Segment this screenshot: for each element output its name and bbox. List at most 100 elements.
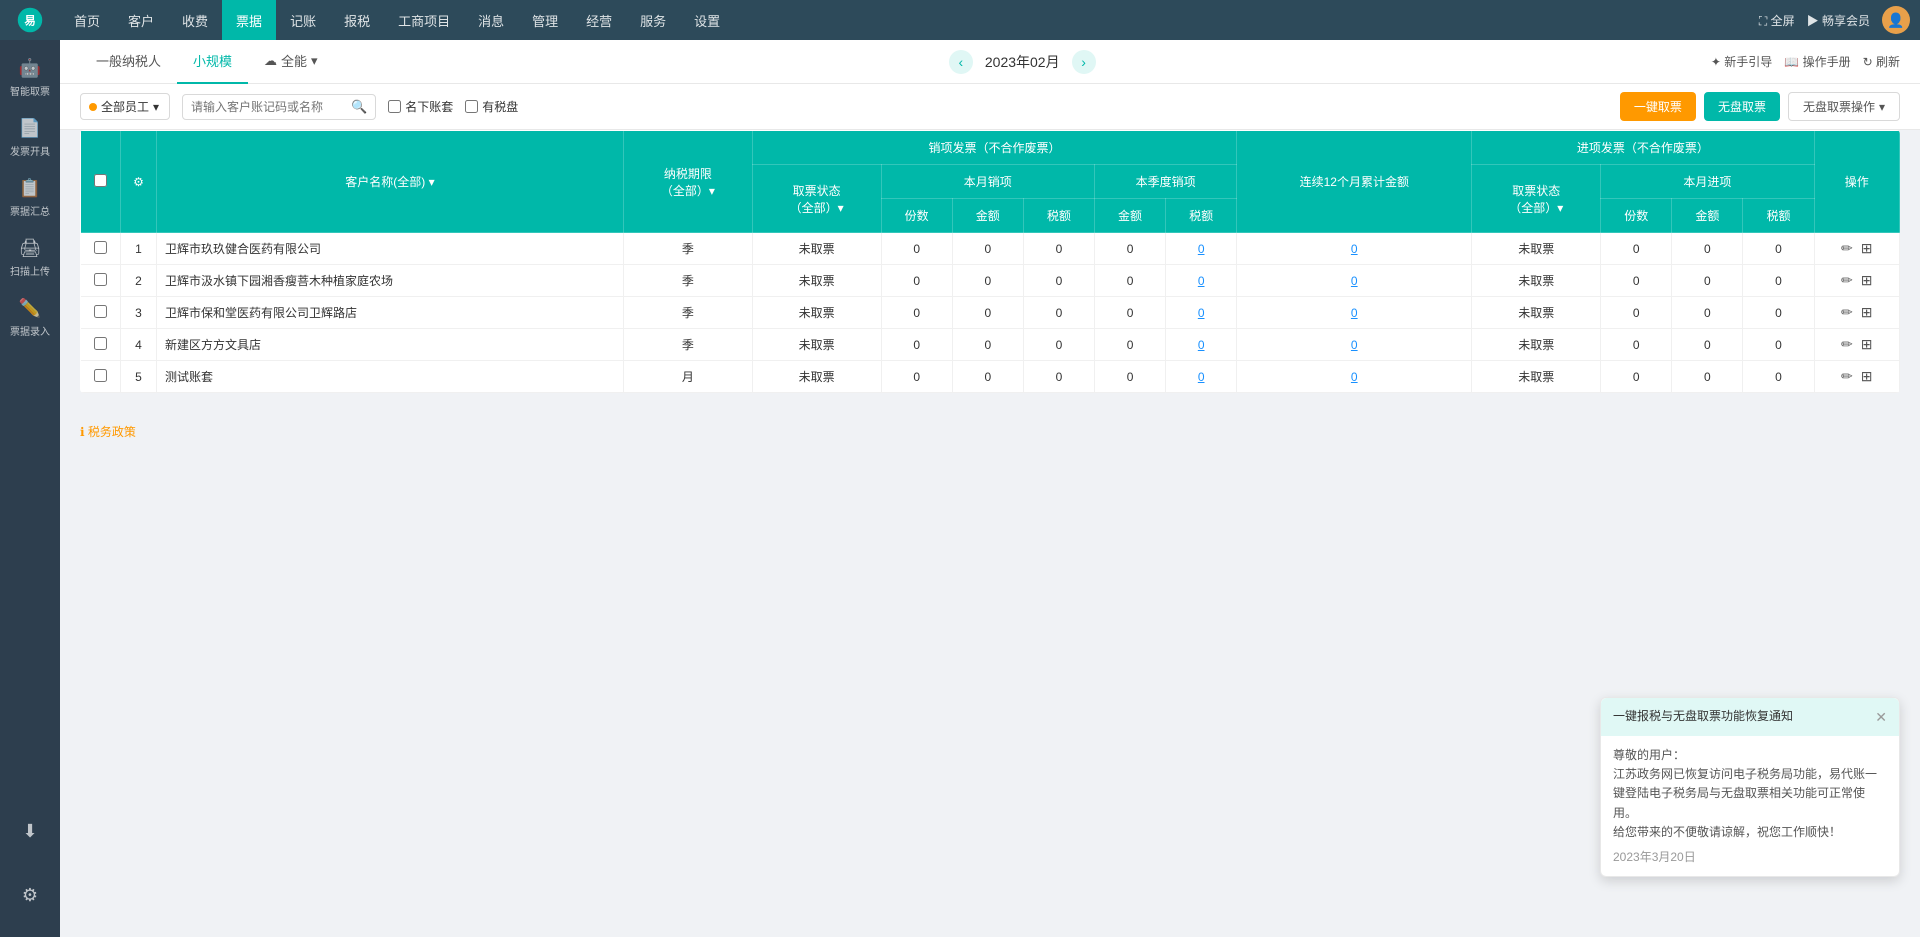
sidebar-item-ticket-summary[interactable]: 📋 票据汇总 bbox=[2, 170, 58, 226]
notification-close-btn[interactable]: ✕ bbox=[1875, 706, 1887, 728]
col-header-month-sales: 本月销项 bbox=[881, 165, 1094, 199]
more-icon-1[interactable]: ⊞ bbox=[1861, 272, 1873, 289]
row-accum-amount-2: 0 bbox=[1237, 297, 1472, 329]
app-logo[interactable]: 易 bbox=[10, 0, 50, 40]
tab-small-scale[interactable]: 小规模 bbox=[177, 40, 248, 84]
row-purchase-month-tax-0: 0 bbox=[1743, 233, 1814, 265]
my-account-label: 名下账套 bbox=[405, 98, 453, 115]
row-sales-month-count-0: 0 bbox=[881, 233, 952, 265]
tax-policy-link[interactable]: ℹ 税务政策 bbox=[60, 413, 1920, 450]
tax-disk-label: 有税盘 bbox=[482, 98, 518, 115]
refresh-btn[interactable]: ↻ 刷新 bbox=[1863, 53, 1900, 70]
row-checkbox-1[interactable] bbox=[94, 273, 107, 286]
chevron-down-icon: ▾ bbox=[311, 53, 318, 69]
prev-month-btn[interactable]: ‹ bbox=[949, 50, 973, 74]
edit-icon-2[interactable]: ✏ bbox=[1841, 304, 1853, 321]
edit-icon-0[interactable]: ✏ bbox=[1841, 240, 1853, 257]
col-header-season-sales: 本季度销项 bbox=[1094, 165, 1236, 199]
sidebar-item-config[interactable]: ⚙ bbox=[2, 867, 58, 923]
row-sales-month-count-1: 0 bbox=[881, 265, 952, 297]
nav-manage[interactable]: 管理 bbox=[518, 0, 572, 40]
download-icon: ⬇ bbox=[22, 821, 37, 842]
config-icon: ⚙ bbox=[22, 885, 38, 906]
col-header-sales-season-tax: 税额 bbox=[1166, 199, 1237, 233]
row-sales-month-tax-0: 0 bbox=[1023, 233, 1094, 265]
col-header-settings: ⚙ bbox=[121, 131, 157, 233]
row-purchase-month-count-2: 0 bbox=[1601, 297, 1672, 329]
manual-btn[interactable]: 📖 操作手册 bbox=[1784, 53, 1850, 70]
tab-omnipotent[interactable]: ☁ 全能 ▾ bbox=[248, 40, 334, 84]
row-index-3: 4 bbox=[121, 329, 157, 361]
employee-select[interactable]: 全部员工 ▾ bbox=[80, 93, 170, 120]
user-avatar[interactable]: 👤 bbox=[1882, 6, 1910, 34]
nav-home[interactable]: 首页 bbox=[60, 0, 114, 40]
row-sales-status-3: 未取票 bbox=[752, 329, 881, 361]
sidebar-item-download[interactable]: ⬇ bbox=[2, 803, 58, 859]
my-account-filter[interactable]: 名下账套 bbox=[388, 98, 453, 115]
nav-bookkeeping[interactable]: 记账 bbox=[276, 0, 330, 40]
col-header-customer: 客户名称(全部) ▾ bbox=[157, 131, 624, 233]
select-all-checkbox[interactable] bbox=[94, 174, 107, 187]
nav-message[interactable]: 消息 bbox=[464, 0, 518, 40]
nav-customer[interactable]: 客户 bbox=[114, 0, 168, 40]
nav-invoice[interactable]: 票据 bbox=[222, 0, 276, 40]
row-sales-status-2: 未取票 bbox=[752, 297, 881, 329]
my-account-checkbox[interactable] bbox=[388, 100, 401, 113]
invoice-open-icon: 📄 bbox=[19, 118, 41, 139]
sales-status-filter-icon[interactable]: ▾ bbox=[838, 201, 844, 215]
notification-title: 一键报税与无盘取票功能恢复通知 bbox=[1613, 707, 1793, 726]
more-icon-4[interactable]: ⊞ bbox=[1861, 368, 1873, 385]
new-guide-btn[interactable]: ✦ 新手引导 bbox=[1711, 53, 1772, 70]
member-btn[interactable]: ▶ 畅享会员 bbox=[1807, 12, 1870, 29]
tax-disk-checkbox[interactable] bbox=[465, 100, 478, 113]
row-checkbox-4[interactable] bbox=[94, 369, 107, 382]
edit-icon-3[interactable]: ✏ bbox=[1841, 336, 1853, 353]
col-header-period: 纳税期限（全部）▾ bbox=[623, 131, 752, 233]
diskless-ticket-btn[interactable]: 无盘取票 bbox=[1704, 92, 1780, 121]
diskless-operation-btn[interactable]: 无盘取票操作 ▾ bbox=[1788, 92, 1900, 121]
row-checkbox-3[interactable] bbox=[94, 337, 107, 350]
nav-tax[interactable]: 报税 bbox=[330, 0, 384, 40]
dropdown-arrow-icon: ▾ bbox=[1879, 100, 1885, 114]
more-icon-2[interactable]: ⊞ bbox=[1861, 304, 1873, 321]
more-icon-3[interactable]: ⊞ bbox=[1861, 336, 1873, 353]
sidebar-item-scan-upload[interactable]: 🖨 扫描上传 bbox=[2, 230, 58, 286]
period-filter-icon[interactable]: ▾ bbox=[709, 184, 715, 198]
tab-general-taxpayer[interactable]: 一般纳税人 bbox=[80, 40, 177, 84]
purchase-status-filter-icon[interactable]: ▾ bbox=[1557, 201, 1563, 215]
row-purchase-month-amount-4: 0 bbox=[1672, 361, 1743, 393]
row-checkbox-cell-4 bbox=[81, 361, 121, 393]
nav-business[interactable]: 工商项目 bbox=[384, 0, 464, 40]
next-month-btn[interactable]: › bbox=[1072, 50, 1096, 74]
more-icon-0[interactable]: ⊞ bbox=[1861, 240, 1873, 257]
sidebar-item-invoice-open[interactable]: 📄 发票开具 bbox=[2, 110, 58, 166]
row-sales-status-0: 未取票 bbox=[752, 233, 881, 265]
row-purchase-month-tax-4: 0 bbox=[1743, 361, 1814, 393]
sidebar-item-ticket-entry[interactable]: ✏️ 票据录入 bbox=[2, 290, 58, 346]
sidebar-item-smart-ticket[interactable]: 🤖 智能取票 bbox=[2, 50, 58, 106]
nav-service[interactable]: 服务 bbox=[626, 0, 680, 40]
search-icon[interactable]: 🔍 bbox=[351, 99, 367, 115]
search-input[interactable] bbox=[191, 100, 351, 114]
one-click-ticket-btn[interactable]: 一键取票 bbox=[1620, 92, 1696, 121]
col-header-accum: 连续12个月累计金额 bbox=[1237, 131, 1472, 233]
row-checkbox-2[interactable] bbox=[94, 305, 107, 318]
row-sales-season-tax-0: 0 bbox=[1166, 233, 1237, 265]
row-accum-amount-0: 0 bbox=[1237, 233, 1472, 265]
customer-filter-icon[interactable]: ▾ bbox=[429, 175, 435, 189]
row-sales-status-1: 未取票 bbox=[752, 265, 881, 297]
nav-settings[interactable]: 设置 bbox=[680, 0, 734, 40]
edit-icon-4[interactable]: ✏ bbox=[1841, 368, 1853, 385]
row-sales-season-amount-4: 0 bbox=[1094, 361, 1165, 393]
nav-operation[interactable]: 经营 bbox=[572, 0, 626, 40]
cloud-icon: ☁ bbox=[264, 53, 277, 69]
row-name-0: 卫辉市玖玖健合医药有限公司 bbox=[157, 233, 624, 265]
row-checkbox-0[interactable] bbox=[94, 241, 107, 254]
data-table-wrap: ⚙ 客户名称(全部) ▾ 纳税期限（全部）▾ 销项发票（不合作废票） 连续12个… bbox=[60, 130, 1920, 413]
tax-disk-filter[interactable]: 有税盘 bbox=[465, 98, 518, 115]
row-period-0: 季 bbox=[623, 233, 752, 265]
edit-icon-1[interactable]: ✏ bbox=[1841, 272, 1853, 289]
fullscreen-btn[interactable]: ⛶ 全屏 bbox=[1759, 12, 1795, 29]
row-sales-month-amount-0: 0 bbox=[952, 233, 1023, 265]
nav-fee[interactable]: 收费 bbox=[168, 0, 222, 40]
